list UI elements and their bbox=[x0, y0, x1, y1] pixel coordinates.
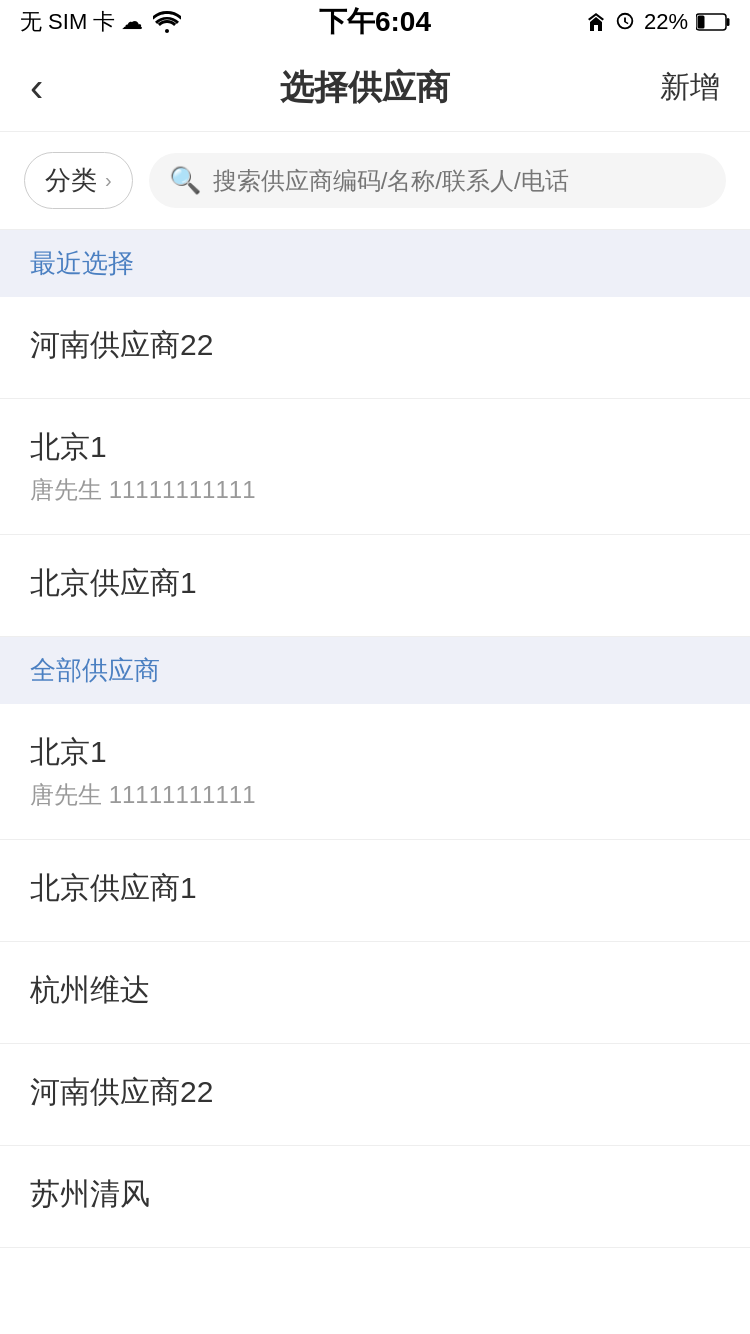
status-time: 下午6:04 bbox=[319, 3, 431, 41]
add-button[interactable]: 新增 bbox=[640, 67, 720, 108]
svg-rect-1 bbox=[727, 18, 730, 26]
search-box[interactable]: 🔍 bbox=[149, 153, 726, 208]
item-name: 北京1 bbox=[30, 427, 720, 468]
battery-icon bbox=[696, 13, 730, 31]
item-name: 北京1 bbox=[30, 732, 720, 773]
nav-bar: ‹ 选择供应商 新增 bbox=[0, 44, 750, 132]
search-icon: 🔍 bbox=[169, 165, 201, 196]
list-item[interactable]: 河南供应商22 bbox=[0, 297, 750, 399]
svg-rect-2 bbox=[698, 16, 705, 29]
category-filter[interactable]: 分类 › bbox=[24, 152, 133, 209]
chevron-right-icon: › bbox=[105, 169, 112, 192]
list-item[interactable]: 河南供应商22 bbox=[0, 1044, 750, 1146]
item-detail: 唐先生 11111111111 bbox=[30, 779, 720, 811]
list-item[interactable]: 北京1 唐先生 11111111111 bbox=[0, 399, 750, 535]
page-title: 选择供应商 bbox=[280, 65, 450, 111]
recent-section-label: 最近选择 bbox=[30, 248, 134, 278]
all-list: 北京1 唐先生 11111111111 北京供应商1 杭州维达河南供应商22 苏州清风 bbox=[0, 704, 750, 1248]
item-name: 河南供应商22 bbox=[30, 1072, 720, 1113]
list-item[interactable]: 北京1 唐先生 11111111111 bbox=[0, 704, 750, 840]
status-right: 22% bbox=[586, 9, 730, 35]
search-input[interactable] bbox=[213, 167, 706, 195]
item-name: 河南供应商22 bbox=[30, 325, 720, 366]
recent-list: 河南供应商22 北京1 唐先生 11111111111 北京供应商1 bbox=[0, 297, 750, 637]
all-section-header: 全部供应商 bbox=[0, 637, 750, 704]
filter-bar: 分类 › 🔍 bbox=[0, 132, 750, 230]
location-icon bbox=[586, 11, 606, 33]
alarm-icon bbox=[614, 11, 636, 33]
item-detail: 唐先生 11111111111 bbox=[30, 474, 720, 506]
all-section-label: 全部供应商 bbox=[30, 655, 160, 685]
list-item[interactable]: 北京供应商1 bbox=[0, 840, 750, 942]
wifi-icon bbox=[153, 11, 181, 33]
back-button[interactable]: ‹ bbox=[30, 65, 90, 110]
list-item[interactable]: 北京供应商1 bbox=[0, 535, 750, 637]
recent-section-header: 最近选择 bbox=[0, 230, 750, 297]
no-sim-text: 无 SIM 卡 ☁ bbox=[20, 7, 143, 37]
item-name: 北京供应商1 bbox=[30, 868, 720, 909]
list-item[interactable]: 苏州清风 bbox=[0, 1146, 750, 1248]
list-item[interactable]: 杭州维达 bbox=[0, 942, 750, 1044]
status-left: 无 SIM 卡 ☁ bbox=[20, 7, 181, 37]
item-name: 杭州维达 bbox=[30, 970, 720, 1011]
item-name: 苏州清风 bbox=[30, 1174, 720, 1215]
status-bar: 无 SIM 卡 ☁ 下午6:04 22% bbox=[0, 0, 750, 44]
category-label: 分类 bbox=[45, 163, 97, 198]
battery-text: 22% bbox=[644, 9, 688, 35]
item-name: 北京供应商1 bbox=[30, 563, 720, 604]
